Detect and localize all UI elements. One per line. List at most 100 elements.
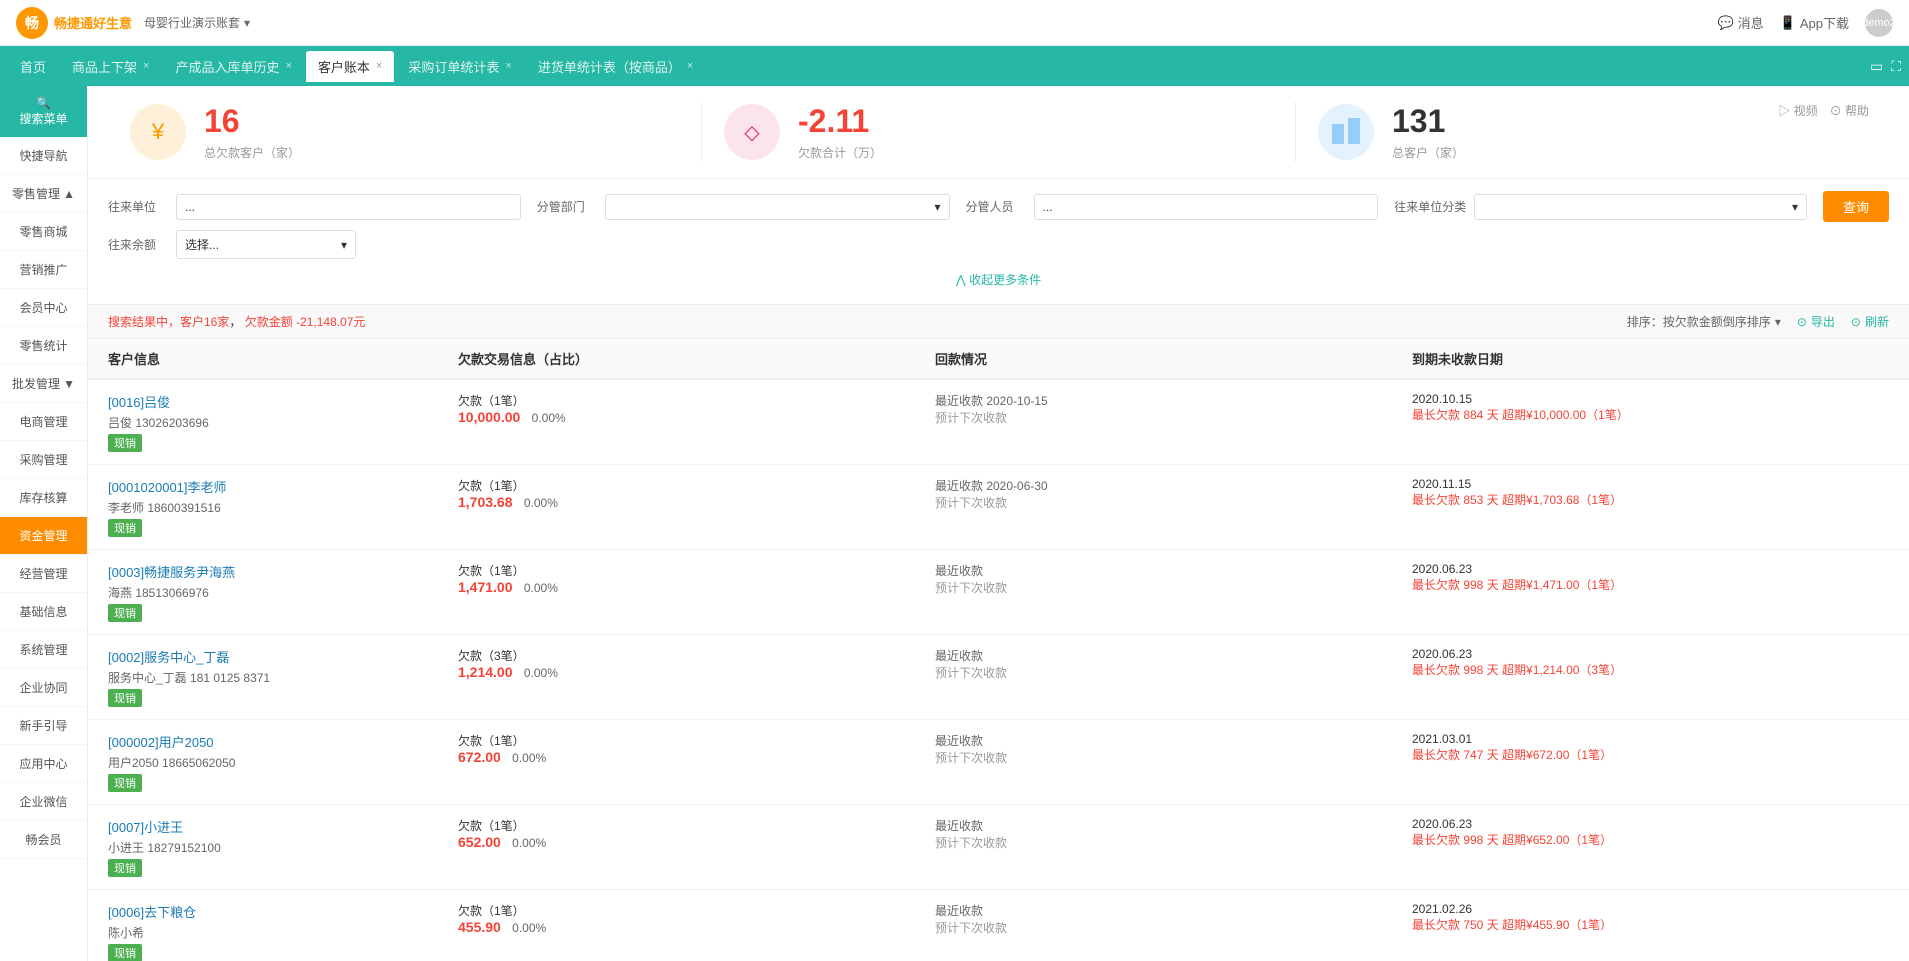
tab-production[interactable]: 产成品入库单历史 × bbox=[163, 51, 303, 82]
next-collection-6: 预计下次收款 bbox=[935, 919, 1412, 936]
customer-name-3[interactable]: [0002]服务中心_丁磊 bbox=[108, 647, 458, 666]
last-collection-0: 最近收款 2020-10-15 bbox=[935, 392, 1412, 409]
filter-balance: 往来余额 选择... ▾ bbox=[108, 230, 1889, 259]
app-download-btn[interactable]: 📱 App下载 bbox=[1780, 13, 1849, 32]
customer-tag-5: 现销 bbox=[108, 859, 142, 877]
dept-dropdown-icon: ▾ bbox=[934, 200, 940, 214]
tab-home[interactable]: 首页 bbox=[8, 51, 58, 82]
tab-purchase-order[interactable]: 采购订单统计表 × bbox=[396, 51, 523, 82]
customer-contact-1: 李老师 18600391516 bbox=[108, 499, 458, 516]
top-bar-left: 畅 畅捷通好生意 母婴行业演示账套 ▾ bbox=[16, 7, 250, 39]
debt-info-5: 欠款（1笔） 652.00 0.00% bbox=[458, 817, 935, 850]
unit-category-select[interactable]: ▾ bbox=[1474, 194, 1807, 220]
sidebar-item-vip[interactable]: 畅会员 bbox=[0, 821, 87, 859]
tab-purchase-order-close[interactable]: × bbox=[505, 60, 511, 72]
col-collection: 回款情况 bbox=[935, 349, 1412, 368]
top-bar-right: 💬 消息 📱 App下载 demo2 bbox=[1717, 9, 1893, 37]
customer-info-6: [0006]去下粮仓 陈小希 现销 bbox=[108, 902, 458, 961]
customer-name-2[interactable]: [0003]畅捷服务尹海燕 bbox=[108, 562, 458, 581]
collapse-row[interactable]: ⋀ 收起更多条件 bbox=[108, 267, 1889, 292]
video-btn[interactable]: ▷ 视频 bbox=[1778, 102, 1817, 119]
tab-products-close[interactable]: × bbox=[143, 60, 149, 72]
next-collection-0: 预计下次收款 bbox=[935, 409, 1412, 426]
sidebar-item-app-center[interactable]: 应用中心 bbox=[0, 745, 87, 783]
due-info-1: 2020.11.15 最长欠款 853 天 超期¥1,703.68（1笔） bbox=[1412, 477, 1889, 508]
table-row: [0001020001]李老师 李老师 18600391516 现销 欠款（1笔… bbox=[88, 465, 1909, 550]
last-collection-2: 最近收款 bbox=[935, 562, 1412, 579]
next-collection-5: 预计下次收款 bbox=[935, 834, 1412, 851]
tab-actions: ▭ ⛶ bbox=[1870, 58, 1901, 75]
debt-count-1: 欠款（1笔） bbox=[458, 477, 935, 494]
sidebar-item-retail-mgmt[interactable]: 零售管理 ▲ bbox=[0, 175, 87, 213]
avatar[interactable]: demo2 bbox=[1865, 9, 1893, 37]
table-row: [0003]畅捷服务尹海燕 海燕 18513066976 现销 欠款（1笔） 1… bbox=[88, 550, 1909, 635]
sidebar-item-retail-stats[interactable]: 零售统计 bbox=[0, 327, 87, 365]
customer-name-4[interactable]: [000002]用户2050 bbox=[108, 732, 458, 751]
maximize-icon[interactable]: ⛶ bbox=[1891, 58, 1901, 75]
sort-select[interactable]: 排序：按欠款金额倒序排序 ▾ bbox=[1627, 313, 1781, 330]
tab-customer-account[interactable]: 客户账本 × bbox=[306, 51, 394, 82]
balance-placeholder: 选择... bbox=[185, 236, 219, 253]
overdue-text-5: 最长欠款 998 天 超期¥652.00（1笔） bbox=[1412, 831, 1889, 848]
messages-btn[interactable]: 💬 消息 bbox=[1717, 13, 1763, 32]
sidebar-item-system[interactable]: 系统管理 bbox=[0, 631, 87, 669]
sidebar-item-inventory[interactable]: 库存核算 bbox=[0, 479, 87, 517]
debt-customers-icon: ¥ bbox=[128, 102, 188, 162]
tab-purchase-order-label: 采购订单统计表 bbox=[408, 57, 499, 76]
filter-row-1: 往来单位 ... 分管部门 ▾ 分管人员 ... bbox=[108, 191, 1889, 222]
customer-name-0[interactable]: [0016]吕俊 bbox=[108, 392, 458, 411]
sidebar-item-marketing[interactable]: 营销推广 bbox=[0, 251, 87, 289]
sidebar-search-label: 搜索菜单 bbox=[8, 110, 79, 127]
sidebar-item-enterprise-wechat[interactable]: 企业微信 bbox=[0, 783, 87, 821]
tab-customer-account-close[interactable]: × bbox=[376, 60, 382, 72]
tab-products[interactable]: 商品上下架 × bbox=[60, 51, 161, 82]
source-unit-input[interactable]: ... bbox=[176, 194, 521, 220]
sidebar: 🔍 搜索菜单 快捷导航 零售管理 ▲ 零售商城 营销推广 会员中心 零售统计 bbox=[0, 86, 88, 961]
customer-name-6[interactable]: [0006]去下粮仓 bbox=[108, 902, 458, 921]
export-btn[interactable]: ⊙ 导出 bbox=[1797, 313, 1835, 330]
help-btn[interactable]: ⊙ 帮助 bbox=[1830, 102, 1869, 119]
sidebar-item-basic-info[interactable]: 基础信息 bbox=[0, 593, 87, 631]
sidebar-item-enterprise[interactable]: 企业协同 bbox=[0, 669, 87, 707]
refresh-btn[interactable]: ⊙ 刷新 bbox=[1851, 313, 1889, 330]
due-info-3: 2020.06.23 最长欠款 998 天 超期¥1,214.00（3笔） bbox=[1412, 647, 1889, 678]
tab-home-label: 首页 bbox=[20, 57, 46, 76]
sidebar-app-center-label: 应用中心 bbox=[19, 757, 67, 771]
sidebar-item-finance[interactable]: 资金管理 bbox=[0, 517, 87, 555]
sidebar-item-new-guide[interactable]: 新手引导 bbox=[0, 707, 87, 745]
tab-inventory-stats[interactable]: 进货单统计表（按商品） × bbox=[526, 51, 705, 82]
due-info-2: 2020.06.23 最长欠款 998 天 超期¥1,471.00（1笔） bbox=[1412, 562, 1889, 593]
sidebar-item-retail-mall[interactable]: 零售商城 bbox=[0, 213, 87, 251]
company-selector[interactable]: 母婴行业演示账套 ▾ bbox=[144, 14, 250, 31]
balance-select[interactable]: 选择... ▾ bbox=[176, 230, 356, 259]
sidebar-item-members[interactable]: 会员中心 bbox=[0, 289, 87, 327]
tab-bar: 首页 商品上下架 × 产成品入库单历史 × 客户账本 × 采购订单统计表 × 进… bbox=[0, 46, 1909, 86]
sidebar-search[interactable]: 🔍 搜索菜单 bbox=[0, 86, 87, 137]
sidebar-item-operations[interactable]: 经营管理 bbox=[0, 555, 87, 593]
tab-production-label: 产成品入库单历史 bbox=[175, 57, 279, 76]
sidebar-item-batch-mgmt[interactable]: 批发管理 ▼ bbox=[0, 365, 87, 403]
customer-name-5[interactable]: [0007]小进王 bbox=[108, 817, 458, 836]
summary-cards: ¥ 16 总欠款客户（家） ◇ -2.11 欠款合计（万） bbox=[88, 86, 1909, 179]
due-info-6: 2021.02.26 最长欠款 750 天 超期¥455.90（1笔） bbox=[1412, 902, 1889, 933]
sidebar-item-purchase[interactable]: 采购管理 bbox=[0, 441, 87, 479]
tab-production-close[interactable]: × bbox=[285, 60, 291, 72]
tab-inventory-stats-close[interactable]: × bbox=[687, 60, 693, 72]
staff-input[interactable]: ... bbox=[1034, 194, 1379, 220]
debt-count-6: 欠款（1笔） bbox=[458, 902, 935, 919]
customer-name-1[interactable]: [0001020001]李老师 bbox=[108, 477, 458, 496]
card2-text: -2.11 欠款合计（万） bbox=[798, 103, 882, 161]
sidebar-item-quick-nav[interactable]: 快捷导航 bbox=[0, 137, 87, 175]
last-collection-5: 最近收款 bbox=[935, 817, 1412, 834]
customer-info-1: [0001020001]李老师 李老师 18600391516 现销 bbox=[108, 477, 458, 537]
customer-tag-1: 现销 bbox=[108, 519, 142, 537]
search-button[interactable]: 查询 bbox=[1823, 191, 1889, 222]
debt-ratio-1: 0.00% bbox=[524, 496, 558, 510]
tab-products-label: 商品上下架 bbox=[72, 57, 137, 76]
logo-text: 畅捷通好生意 bbox=[54, 13, 132, 32]
sidebar-marketing-label: 营销推广 bbox=[19, 263, 67, 277]
dept-select[interactable]: ▾ bbox=[605, 194, 950, 220]
minimize-icon[interactable]: ▭ bbox=[1870, 58, 1883, 75]
sidebar-item-ecommerce[interactable]: 电商管理 bbox=[0, 403, 87, 441]
sidebar-finance-label: 资金管理 bbox=[19, 529, 67, 543]
